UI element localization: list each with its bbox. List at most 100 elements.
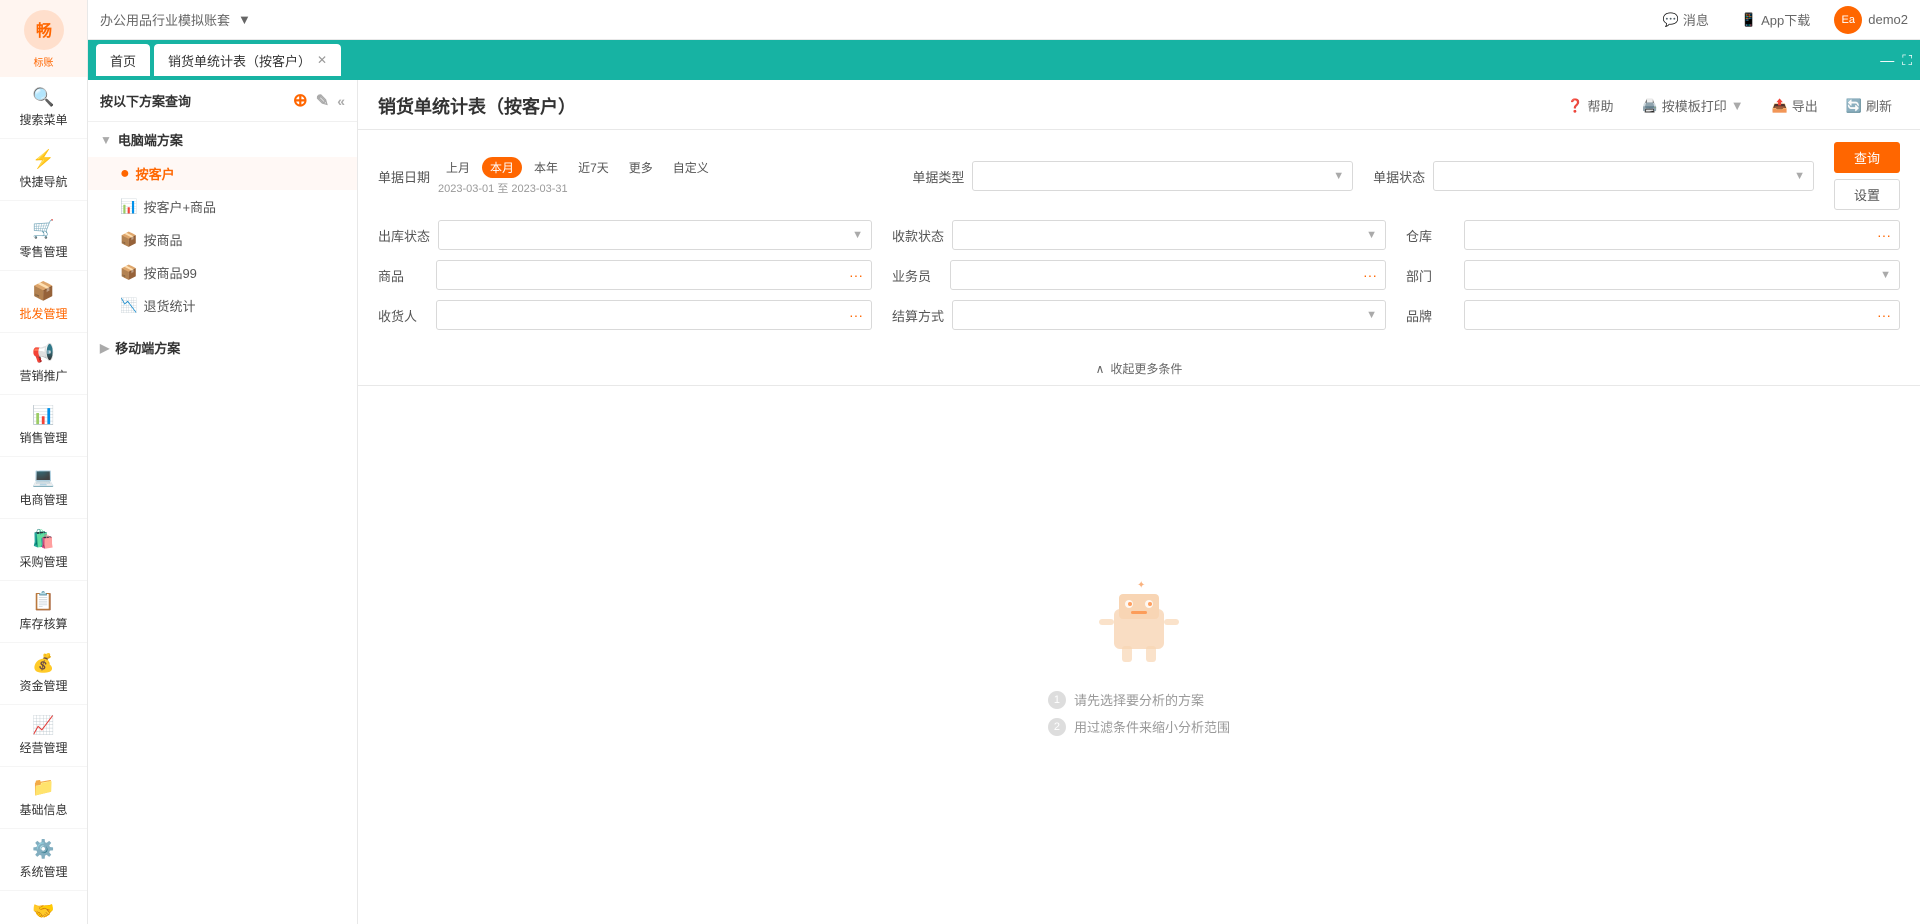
- filter-staff: 业务员 ···: [892, 260, 1386, 290]
- empty-hint-2: 2 用过滤条件来缩小分析范围: [1048, 717, 1230, 736]
- hint-text-1: 请先选择要分析的方案: [1074, 690, 1204, 709]
- tree-item-label: 按商品99: [143, 263, 196, 282]
- receiver-more[interactable]: ···: [849, 307, 863, 323]
- sales-icon: 📊: [32, 405, 54, 426]
- date-label: 单据日期: [378, 167, 430, 186]
- warehouse-more[interactable]: ···: [1877, 227, 1891, 243]
- sidebar-item-basic[interactable]: 📁 基础信息: [0, 767, 87, 829]
- hint-text-2: 用过滤条件来缩小分析范围: [1074, 717, 1230, 736]
- sidebar-item-search[interactable]: 🔍 搜索菜单: [0, 77, 87, 139]
- sidebar-item-wholesale[interactable]: 📦 批发管理: [0, 271, 87, 333]
- settle-select[interactable]: ▼: [952, 300, 1386, 330]
- sidebar-item-ecommerce[interactable]: 💻 电商管理: [0, 457, 87, 519]
- sidebar-item-label: 库存核算: [19, 615, 67, 632]
- date-range: 2023-03-01 至 2023-03-31: [438, 180, 892, 196]
- sidebar-item-purchase[interactable]: 🛍️ 采购管理: [0, 519, 87, 581]
- topbar-right: 💬 消息 📱 App下载 Ea demo2: [1655, 6, 1908, 34]
- receiver-select[interactable]: ···: [436, 300, 872, 330]
- sidebar-item-operations[interactable]: 📈 经营管理: [0, 705, 87, 767]
- user-profile[interactable]: Ea demo2: [1834, 6, 1908, 34]
- warehouse-label: 仓库: [1406, 226, 1456, 245]
- add-plan-icon[interactable]: ⊕: [293, 90, 308, 111]
- date-btn-custom[interactable]: 自定义: [665, 157, 717, 178]
- sidebar-item-marketing[interactable]: 📢 营销推广: [0, 333, 87, 395]
- industry-dropdown-icon[interactable]: ▼: [238, 12, 251, 27]
- out-status-select[interactable]: ▼: [438, 220, 872, 250]
- sidebar-item-sales[interactable]: 📊 销售管理: [0, 395, 87, 457]
- message-btn[interactable]: 💬 消息: [1655, 6, 1717, 33]
- collect-status-label: 收款状态: [892, 226, 944, 245]
- hint-num-2: 2: [1048, 718, 1066, 736]
- tab-sales-stats[interactable]: 销货单统计表（按客户） ✕: [154, 44, 341, 76]
- tree-item-product[interactable]: 📦 按商品: [88, 223, 357, 256]
- order-type-label: 单据类型: [912, 167, 964, 186]
- staff-select[interactable]: ···: [950, 260, 1386, 290]
- collapse-bar[interactable]: ∧ 收起更多条件: [358, 352, 1920, 386]
- settle-arrow: ▼: [1366, 309, 1377, 321]
- export-btn[interactable]: 📤 导出: [1764, 92, 1826, 119]
- tab-home[interactable]: 首页: [96, 44, 150, 76]
- tab-expand-icon[interactable]: ⛶: [1902, 52, 1912, 69]
- collect-status-select[interactable]: ▼: [952, 220, 1386, 250]
- download-icon: 📱: [1741, 12, 1757, 28]
- filter-order-status: 单据状态 ▼: [1373, 161, 1814, 191]
- purchase-icon: 🛍️: [32, 529, 54, 550]
- dept-select[interactable]: ▼: [1464, 260, 1900, 290]
- date-btn-more[interactable]: 更多: [621, 157, 661, 178]
- ecommerce-icon: 💻: [32, 467, 54, 488]
- sidebar-item-quick[interactable]: ⚡ 快捷导航: [0, 139, 87, 201]
- edit-plan-icon[interactable]: ✎: [316, 91, 329, 111]
- sidebar-item-finance[interactable]: 💰 资金管理: [0, 643, 87, 705]
- product-select[interactable]: ···: [436, 260, 872, 290]
- print-btn[interactable]: 🖨️ 按模板打印 ▼: [1634, 92, 1752, 119]
- sidebar-item-retail[interactable]: 🛒 零售管理: [0, 209, 87, 271]
- search-button[interactable]: 查询: [1834, 142, 1900, 173]
- sidebar-item-collab[interactable]: 🤝 企业协同: [0, 891, 87, 924]
- date-btn-thisyear[interactable]: 本年: [526, 157, 566, 178]
- tree-item-customer[interactable]: ● 按客户: [88, 157, 357, 190]
- left-panel: 按以下方案查询 ⊕ ✎ « ▼ 电脑端方案 ● 按客户 📊 按客户+商品: [88, 80, 358, 924]
- collapse-label: 收起更多条件: [1110, 360, 1182, 377]
- marketing-icon: 📢: [32, 343, 54, 364]
- order-status-label: 单据状态: [1373, 167, 1425, 186]
- tab-minimize-icon[interactable]: —: [1880, 52, 1894, 69]
- sidebar-item-system[interactable]: ⚙️ 系统管理: [0, 829, 87, 891]
- receiver-label: 收货人: [378, 306, 428, 325]
- settings-button[interactable]: 设置: [1834, 179, 1900, 210]
- help-icon: ❓: [1567, 98, 1583, 114]
- date-btn-7days[interactable]: 近7天: [570, 157, 617, 178]
- left-panel-header: 按以下方案查询 ⊕ ✎ «: [88, 80, 357, 122]
- filter-settle: 结算方式 ▼: [892, 300, 1386, 330]
- sidebar-item-label: 快捷导航: [19, 173, 67, 190]
- date-btn-thismonth[interactable]: 本月: [482, 157, 522, 178]
- collapse-panel-icon[interactable]: «: [337, 93, 345, 109]
- staff-more[interactable]: ···: [1363, 267, 1377, 283]
- logo-icon: 畅: [22, 8, 66, 52]
- tree-item-product99[interactable]: 📦 按商品99: [88, 256, 357, 289]
- order-status-select[interactable]: ▼: [1433, 161, 1814, 191]
- page-header-top: 销货单统计表（按客户） ❓ 帮助 🖨️ 按模板打印 ▼ 📤: [378, 92, 1900, 119]
- page-header-actions: ❓ 帮助 🖨️ 按模板打印 ▼ 📤 导出 �: [1559, 92, 1900, 119]
- brand-select[interactable]: ···: [1464, 300, 1900, 330]
- help-btn[interactable]: ❓ 帮助: [1559, 92, 1621, 119]
- collab-icon: 🤝: [32, 901, 54, 922]
- tree-item-return-stats[interactable]: 📉 退货统计: [88, 289, 357, 322]
- app-download-btn[interactable]: 📱 App下载: [1733, 6, 1818, 33]
- warehouse-select[interactable]: ···: [1464, 220, 1900, 250]
- sidebar-item-inventory[interactable]: 📋 库存核算: [0, 581, 87, 643]
- filter-date: 单据日期 上月 本月 本年 近7天 更多 自定义 2023-03-01 至 20…: [378, 157, 892, 196]
- refresh-btn[interactable]: 🔄 刷新: [1838, 92, 1900, 119]
- dept-arrow: ▼: [1880, 269, 1891, 281]
- tab-close-icon[interactable]: ✕: [317, 53, 327, 67]
- svg-text:✦: ✦: [1137, 580, 1145, 591]
- settle-label: 结算方式: [892, 306, 944, 325]
- order-type-select[interactable]: ▼: [972, 161, 1353, 191]
- lightning-icon: ⚡: [32, 149, 54, 170]
- filter-collect-status: 收款状态 ▼: [892, 220, 1386, 250]
- tree-item-customer-product[interactable]: 📊 按客户+商品: [88, 190, 357, 223]
- date-btn-lastmonth[interactable]: 上月: [438, 157, 478, 178]
- inventory-icon: 📋: [32, 591, 54, 612]
- brand-more[interactable]: ···: [1877, 307, 1891, 323]
- tree-expand-icon: ▼: [100, 133, 112, 147]
- product-more[interactable]: ···: [849, 267, 863, 283]
